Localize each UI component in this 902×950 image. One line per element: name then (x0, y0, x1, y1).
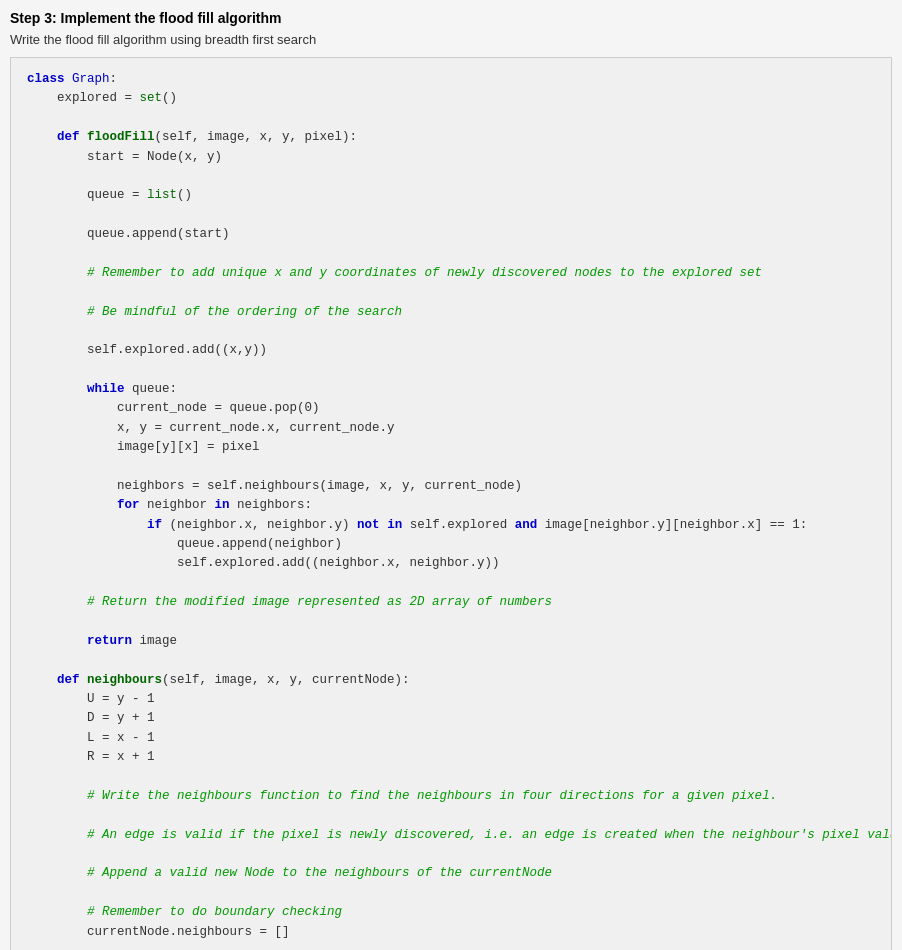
page-subtitle: Write the flood fill algorithm using bre… (10, 32, 892, 47)
page-title: Step 3: Implement the flood fill algorit… (10, 10, 892, 26)
code-block: class Graph: explored = set() def floodF… (10, 57, 892, 950)
